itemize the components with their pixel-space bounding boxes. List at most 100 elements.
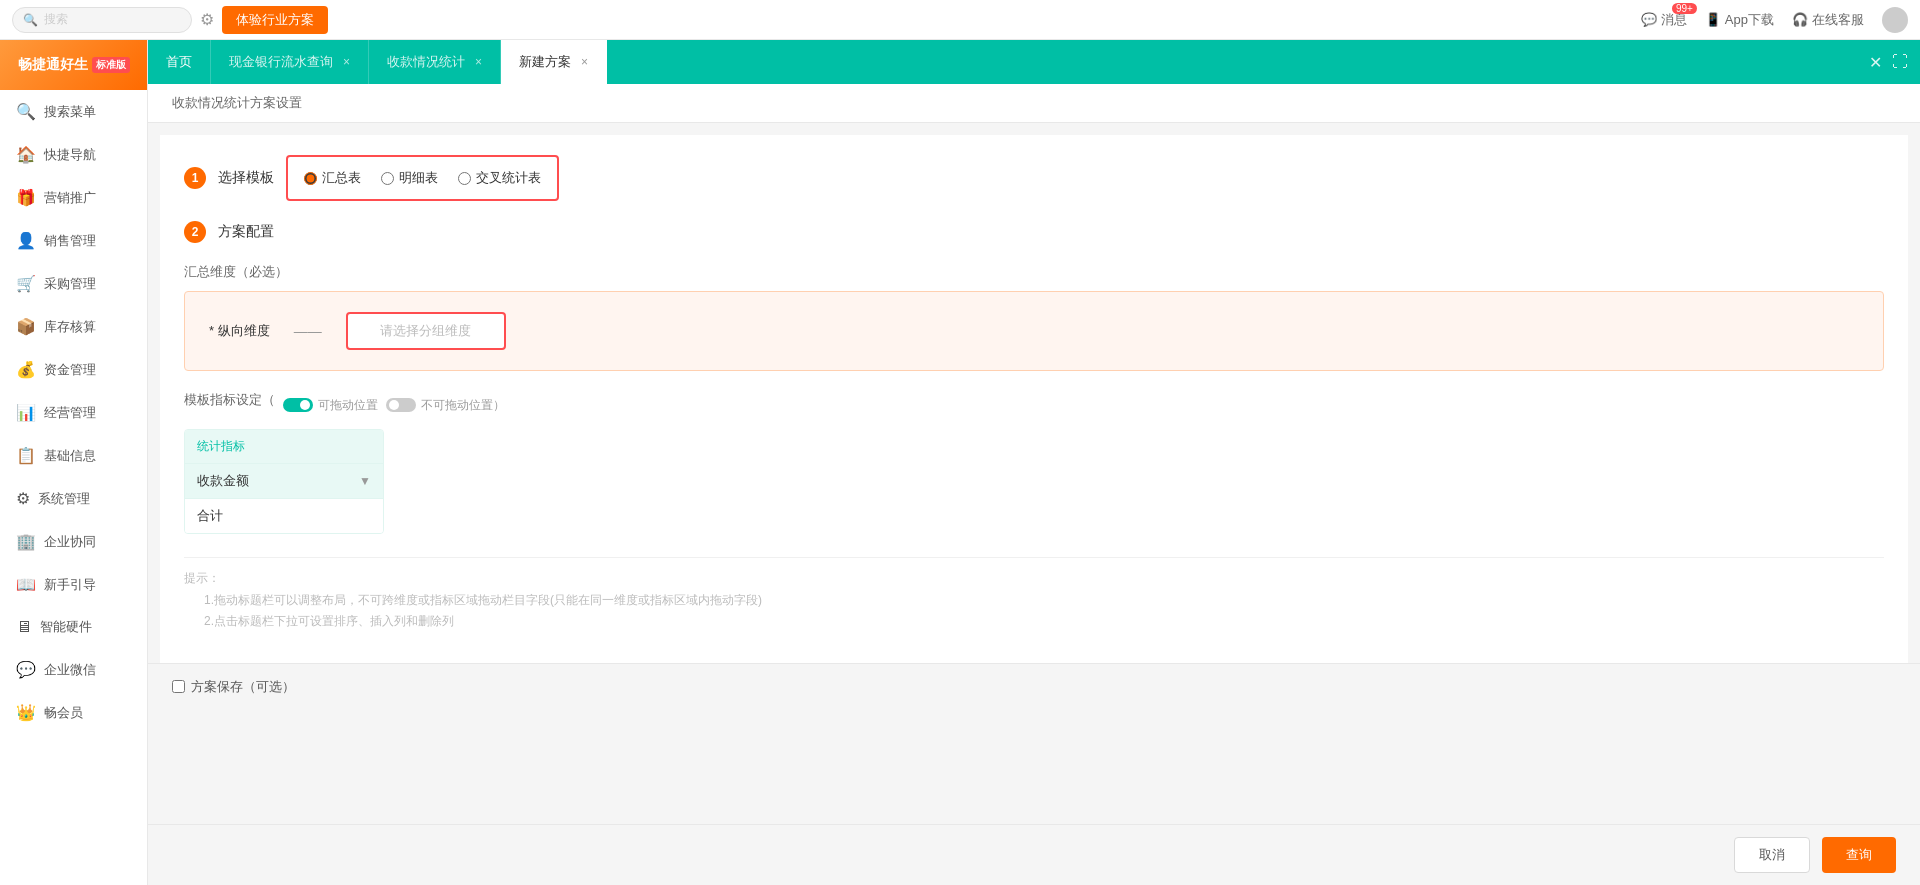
sidebar-item-label: 经营管理 (44, 404, 96, 422)
sales-icon: 👤 (16, 231, 36, 250)
sidebar-item-hardware[interactable]: 🖥 智能硬件 (0, 606, 147, 648)
sidebar-item-operations[interactable]: 📊 经营管理 (0, 391, 147, 434)
metrics-cell-revenue: 收款金额 ▼ (185, 464, 383, 499)
search-icon: 🔍 (23, 13, 38, 27)
save-option-label: 方案保存（可选） (191, 678, 295, 696)
sidebar-item-enterprise[interactable]: 🏢 企业协同 (0, 520, 147, 563)
metrics-subtotal: 合计 (185, 499, 383, 533)
dimension-select[interactable]: 请选择分组维度 (346, 312, 506, 350)
sidebar-item-sales[interactable]: 👤 销售管理 (0, 219, 147, 262)
query-button[interactable]: 查询 (1822, 837, 1896, 873)
sidebar-item-guide[interactable]: 📖 新手引导 (0, 563, 147, 606)
page-content: 收款情况统计方案设置 1 选择模板 汇总表 (148, 84, 1920, 824)
sidebar-item-marketing[interactable]: 🎁 营销推广 (0, 176, 147, 219)
metrics-hint-row: 模板指标设定（ 可拖动位置 不可拖动位置） (184, 391, 1884, 419)
sidebar-item-label: 系统管理 (38, 490, 90, 508)
message-item[interactable]: 💬 消息 99+ (1641, 11, 1687, 29)
sidebar-item-member[interactable]: 👑 畅会员 (0, 691, 147, 734)
sidebar-item-label: 销售管理 (44, 232, 96, 250)
tab-home-label: 首页 (166, 53, 192, 71)
tab-receipt-stats-close[interactable]: × (475, 55, 482, 69)
sidebar-item-wechat[interactable]: 💬 企业微信 (0, 648, 147, 691)
purchase-icon: 🛒 (16, 274, 36, 293)
draggable-toggle (283, 398, 313, 412)
sidebar-item-label: 新手引导 (44, 576, 96, 594)
tip2: 2.点击标题栏下拉可设置排序、插入列和删除列 (184, 611, 1884, 633)
metrics-cell-revenue-label: 收款金额 (197, 472, 249, 490)
download-icon: 📱 (1705, 12, 1721, 27)
tab-home[interactable]: 首页 (148, 40, 211, 84)
sidebar-item-quick-nav[interactable]: 🏠 快捷导航 (0, 133, 147, 176)
vertical-dim-label: * 纵向维度 (209, 322, 270, 340)
sidebar: 畅捷通好生 标准版 🔍 搜索菜单 🏠 快捷导航 🎁 营销推广 👤 销售管理 🛒 … (0, 40, 148, 885)
save-checkbox-row: 方案保存（可选） (172, 678, 1896, 696)
enterprise-icon: 🏢 (16, 532, 36, 551)
template-radio-group: 汇总表 明细表 交叉统计表 (304, 169, 541, 187)
radio-summary-input[interactable] (304, 172, 317, 185)
sidebar-item-purchase[interactable]: 🛒 采购管理 (0, 262, 147, 305)
metrics-cell-revenue-dropdown[interactable]: ▼ (359, 474, 371, 488)
search-placeholder-text: 搜索 (44, 11, 68, 28)
breadcrumb: 收款情况统计方案设置 (148, 84, 1920, 123)
bottom-section: 方案保存（可选） (148, 663, 1920, 710)
avatar[interactable] (1882, 7, 1908, 33)
step2-row: 2 方案配置 (184, 221, 1884, 243)
tab-new-plan-close[interactable]: × (581, 55, 588, 69)
tab-new-plan[interactable]: 新建方案 × (501, 40, 607, 84)
wechat-icon: 💬 (16, 660, 36, 679)
tab-expand-icon[interactable]: ⛶ (1892, 53, 1908, 71)
sidebar-logo: 畅捷通好生 标准版 (0, 40, 147, 90)
radio-crosstab[interactable]: 交叉统计表 (458, 169, 541, 187)
message-badge: 99+ (1672, 3, 1697, 14)
sidebar-item-label: 采购管理 (44, 275, 96, 293)
metrics-table-header: 统计指标 (185, 430, 383, 464)
sidebar-item-label: 库存核算 (44, 318, 96, 336)
gear-icon[interactable]: ⚙ (200, 10, 214, 29)
radio-summary-label: 汇总表 (322, 169, 361, 187)
content-area: 首页 现金银行流水查询 × 收款情况统计 × 新建方案 × ✕ ⛶ (148, 40, 1920, 885)
download-item[interactable]: 📱 App下载 (1705, 11, 1774, 29)
marketing-icon: 🎁 (16, 188, 36, 207)
tab-bar: 首页 现金银行流水查询 × 收款情况统计 × 新建方案 × ✕ ⛶ (148, 40, 1920, 84)
radio-detail[interactable]: 明细表 (381, 169, 438, 187)
footer-bar: 取消 查询 (148, 824, 1920, 885)
dimension-section-label: 汇总维度（必选） (184, 263, 1884, 281)
save-checkbox[interactable] (172, 680, 185, 693)
sidebar-item-label: 企业微信 (44, 661, 96, 679)
sidebar-item-system[interactable]: ⚙ 系统管理 (0, 477, 147, 520)
trial-button[interactable]: 体验行业方案 (222, 6, 328, 34)
sidebar-item-label: 搜索菜单 (44, 103, 96, 121)
tab-close-all-icon[interactable]: ✕ (1869, 53, 1882, 72)
radio-summary[interactable]: 汇总表 (304, 169, 361, 187)
tab-new-plan-label: 新建方案 (519, 53, 571, 71)
radio-detail-input[interactable] (381, 172, 394, 185)
service-item[interactable]: 🎧 在线客服 (1792, 11, 1864, 29)
sidebar-item-search-menu[interactable]: 🔍 搜索菜单 (0, 90, 147, 133)
metrics-table: 统计指标 收款金额 ▼ 合计 (184, 429, 384, 534)
step1-num: 1 (184, 167, 206, 189)
sidebar-item-label: 企业协同 (44, 533, 96, 551)
service-icon: 🎧 (1792, 12, 1808, 27)
search-bar[interactable]: 🔍 搜索 (12, 7, 192, 33)
tab-bank-flow-close[interactable]: × (343, 55, 350, 69)
radio-crosstab-input[interactable] (458, 172, 471, 185)
cancel-button[interactable]: 取消 (1734, 837, 1810, 873)
draggable-label: 可拖动位置 (318, 397, 378, 414)
tab-bank-flow[interactable]: 现金银行流水查询 × (211, 40, 369, 84)
tab-receipt-stats-label: 收款情况统计 (387, 53, 465, 71)
sidebar-item-inventory[interactable]: 📦 库存核算 (0, 305, 147, 348)
tab-receipt-stats[interactable]: 收款情况统计 × (369, 40, 501, 84)
sidebar-item-basic-info[interactable]: 📋 基础信息 (0, 434, 147, 477)
sidebar-item-capital[interactable]: 💰 资金管理 (0, 348, 147, 391)
step2-label: 方案配置 (218, 223, 274, 241)
radio-detail-label: 明细表 (399, 169, 438, 187)
capital-icon: 💰 (16, 360, 36, 379)
non-draggable-label: 不可拖动位置） (421, 397, 505, 414)
template-selection-box: 汇总表 明细表 交叉统计表 (286, 155, 559, 201)
breadcrumb-text: 收款情况统计方案设置 (172, 95, 302, 110)
header-right: 💬 消息 99+ 📱 App下载 🎧 在线客服 (1641, 7, 1908, 33)
step2-num: 2 (184, 221, 206, 243)
sidebar-item-label: 快捷导航 (44, 146, 96, 164)
tab-bar-actions: ✕ ⛶ (1857, 40, 1920, 84)
quick-nav-icon: 🏠 (16, 145, 36, 164)
